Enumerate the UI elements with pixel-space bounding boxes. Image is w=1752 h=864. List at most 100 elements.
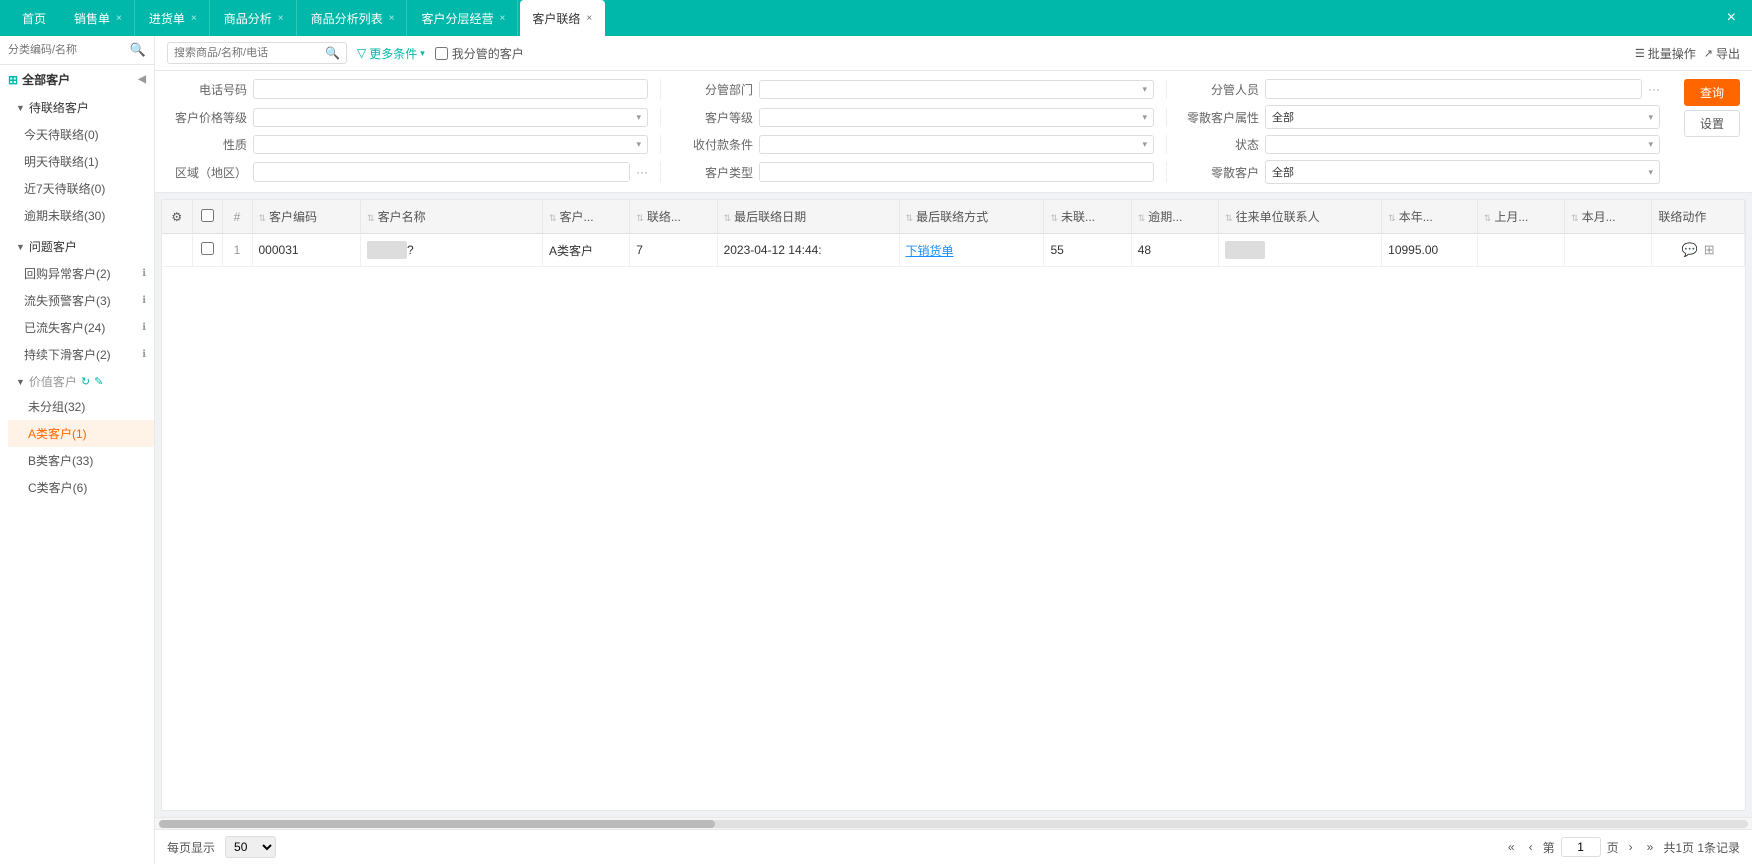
scrollbar-thumb[interactable]: [159, 820, 715, 828]
col-last-contact-method[interactable]: ⇅最后联络方式: [899, 200, 1044, 234]
nav-tab-analysis[interactable]: 商品分析 ×: [212, 0, 297, 36]
my-customers-checkbox[interactable]: [435, 47, 448, 60]
search-input[interactable]: [174, 47, 321, 59]
nav-tab-analysis-list[interactable]: 商品分析列表 ×: [299, 0, 408, 36]
nav-tab-purchase[interactable]: 进货单 ×: [137, 0, 210, 36]
filter-payment-select[interactable]: ▾: [759, 135, 1154, 154]
select-all-checkbox[interactable]: [201, 209, 214, 222]
col-customer-type[interactable]: ⇅客户...: [543, 200, 630, 234]
value-edit-icon[interactable]: ✎: [94, 375, 103, 388]
col-checkbox[interactable]: [192, 200, 222, 234]
filter-dept-select[interactable]: ▾: [759, 80, 1154, 99]
row-checkbox[interactable]: [192, 234, 222, 267]
sidebar-item-c-class[interactable]: C类客户(6): [8, 474, 154, 501]
sidebar-item-today[interactable]: 今天待联络(0): [8, 121, 154, 148]
settings-button[interactable]: 设置: [1684, 110, 1740, 137]
more-conditions-btn[interactable]: ▽ 更多条件 ▾: [357, 45, 425, 62]
grid-icon[interactable]: ⊞: [1704, 242, 1715, 258]
close-all-tabs[interactable]: ×: [1719, 9, 1744, 27]
sidebar-item-declining[interactable]: 持续下滑客户(2) ℹ: [8, 341, 154, 368]
sidebar-search-input[interactable]: [8, 44, 130, 56]
filter-region-dots[interactable]: ···: [636, 165, 648, 179]
sidebar-all-customers[interactable]: ⊞ 全部客户 ◀: [0, 65, 154, 94]
page-input[interactable]: [1561, 837, 1601, 857]
nav-tab-customer-contact[interactable]: 客户联络 ×: [520, 0, 605, 36]
nav-tab-customer-contact-close[interactable]: ×: [586, 13, 592, 24]
filter-person-dots[interactable]: ···: [1648, 82, 1660, 96]
sidebar-item-overdue[interactable]: 逾期未联络(30): [8, 202, 154, 229]
row-company-contact: RE .: [1219, 234, 1382, 267]
nav-tab-customer-mgmt[interactable]: 客户分层经营 ×: [409, 0, 518, 36]
filter-payment-label: 收付款条件: [673, 136, 753, 153]
col-last-contact-date[interactable]: ⇅最后联络日期: [717, 200, 899, 234]
first-page-btn[interactable]: «: [1504, 838, 1519, 856]
search-icon[interactable]: 🔍: [325, 46, 340, 60]
last-contact-method-link[interactable]: 下销货单: [906, 244, 954, 258]
nav-tab-sales-close[interactable]: ×: [116, 13, 122, 24]
sidebar-item-repurchase[interactable]: 回购异常客户(2) ℹ: [8, 260, 154, 287]
filter-customer-type-input[interactable]: [759, 162, 1154, 182]
batch-operation-btn[interactable]: ☰ 批量操作: [1635, 45, 1696, 62]
value-refresh-icon[interactable]: ↻: [81, 375, 90, 388]
filter-customer-grade-select[interactable]: ▾: [759, 108, 1154, 127]
col-this-month[interactable]: ⇅本月...: [1565, 200, 1652, 234]
scrollbar-track: [159, 820, 1748, 828]
page-suffix: 页: [1607, 839, 1619, 856]
per-page-select[interactable]: 50 20 100: [225, 836, 276, 858]
filter-status-select[interactable]: ▾: [1265, 135, 1660, 154]
sidebar-item-today-label: 今天待联络(0): [24, 126, 99, 143]
info-icon-repurchase: ℹ: [142, 268, 146, 279]
sidebar-collapse-icon[interactable]: ◀: [138, 74, 146, 85]
sidebar-section-problem[interactable]: ▼ 问题客户: [8, 233, 154, 260]
chevron-down-icon: ▾: [420, 48, 425, 59]
filter-region: 区域（地区） ···: [167, 162, 661, 182]
query-button[interactable]: 查询: [1684, 79, 1740, 106]
sidebar-item-7days[interactable]: 近7天待联络(0): [8, 175, 154, 202]
nav-home[interactable]: 首页: [8, 0, 60, 36]
customer-table: ⚙ # ⇅客户编码 ⇅客户名称 ⇅客户... ⇅联络... ⇅最后联络日期 ⇅最…: [162, 200, 1745, 267]
col-gear[interactable]: ⚙: [162, 200, 192, 234]
sidebar-section-pending[interactable]: ▼ 待联络客户: [8, 94, 154, 121]
main-layout: 🔍 ⊞ 全部客户 ◀ ▼ 待联络客户 今天待联络(0) 明天待联络(1) 近7天…: [0, 36, 1752, 864]
sidebar-search-icon[interactable]: 🔍: [130, 42, 146, 58]
nav-tab-sales[interactable]: 销售单 ×: [62, 0, 135, 36]
nav-tab-analysis-label: 商品分析: [224, 10, 272, 27]
row-select-checkbox[interactable]: [201, 242, 214, 255]
col-code[interactable]: ⇅客户编码: [252, 200, 361, 234]
filter-region-input[interactable]: [253, 162, 630, 182]
col-uncontacted[interactable]: ⇅未联...: [1044, 200, 1131, 234]
filter-retail-customer-select[interactable]: 全部 ▾: [1265, 160, 1660, 184]
sidebar-item-a-class[interactable]: A类客户(1): [8, 420, 154, 447]
next-page-btn[interactable]: ›: [1625, 838, 1637, 856]
nav-tab-purchase-close[interactable]: ×: [191, 13, 197, 24]
col-contact-count[interactable]: ⇅联络...: [630, 200, 717, 234]
horizontal-scrollbar[interactable]: [155, 817, 1752, 829]
filter-phone-input[interactable]: [253, 79, 648, 99]
nav-tab-customer-mgmt-close[interactable]: ×: [499, 13, 505, 24]
col-year-amount[interactable]: ⇅本年...: [1382, 200, 1478, 234]
filter-price-grade-select[interactable]: ▾: [253, 108, 648, 127]
col-last-month[interactable]: ⇅上月...: [1477, 200, 1564, 234]
col-name[interactable]: ⇅客户名称: [361, 200, 543, 234]
nav-tab-analysis-close[interactable]: ×: [278, 13, 284, 24]
export-btn[interactable]: ↗ 导出: [1704, 45, 1740, 62]
sidebar-item-lost[interactable]: 已流失客户(24) ℹ: [8, 314, 154, 341]
export-icon: ↗: [1704, 47, 1713, 60]
filter-person-input[interactable]: [1265, 79, 1642, 99]
col-overdue[interactable]: ⇅逾期...: [1131, 200, 1218, 234]
col-company-contact[interactable]: ⇅往来单位联系人: [1219, 200, 1382, 234]
sidebar-item-tomorrow[interactable]: 明天待联络(1): [8, 148, 154, 175]
filter-nature-select[interactable]: ▾: [253, 135, 648, 154]
filter-retail-attr-select[interactable]: 全部 ▾: [1265, 105, 1660, 129]
sidebar-item-churn-warn[interactable]: 流失预警客户(3) ℹ: [8, 287, 154, 314]
sidebar-item-b-class[interactable]: B类客户(33): [8, 447, 154, 474]
filter-retail-customer-chevron: ▾: [1648, 167, 1653, 178]
my-customers-checkbox-label[interactable]: 我分管的客户: [435, 45, 524, 62]
sidebar-item-ungroup[interactable]: 未分组(32): [8, 393, 154, 420]
total-records: 共1页 1条记录: [1663, 839, 1740, 856]
last-page-btn[interactable]: »: [1643, 838, 1658, 856]
filter-status: 状态 ▾: [1179, 135, 1672, 154]
prev-page-btn[interactable]: ‹: [1525, 838, 1537, 856]
comment-icon[interactable]: 💬: [1682, 242, 1698, 258]
nav-tab-analysis-list-close[interactable]: ×: [389, 13, 395, 24]
